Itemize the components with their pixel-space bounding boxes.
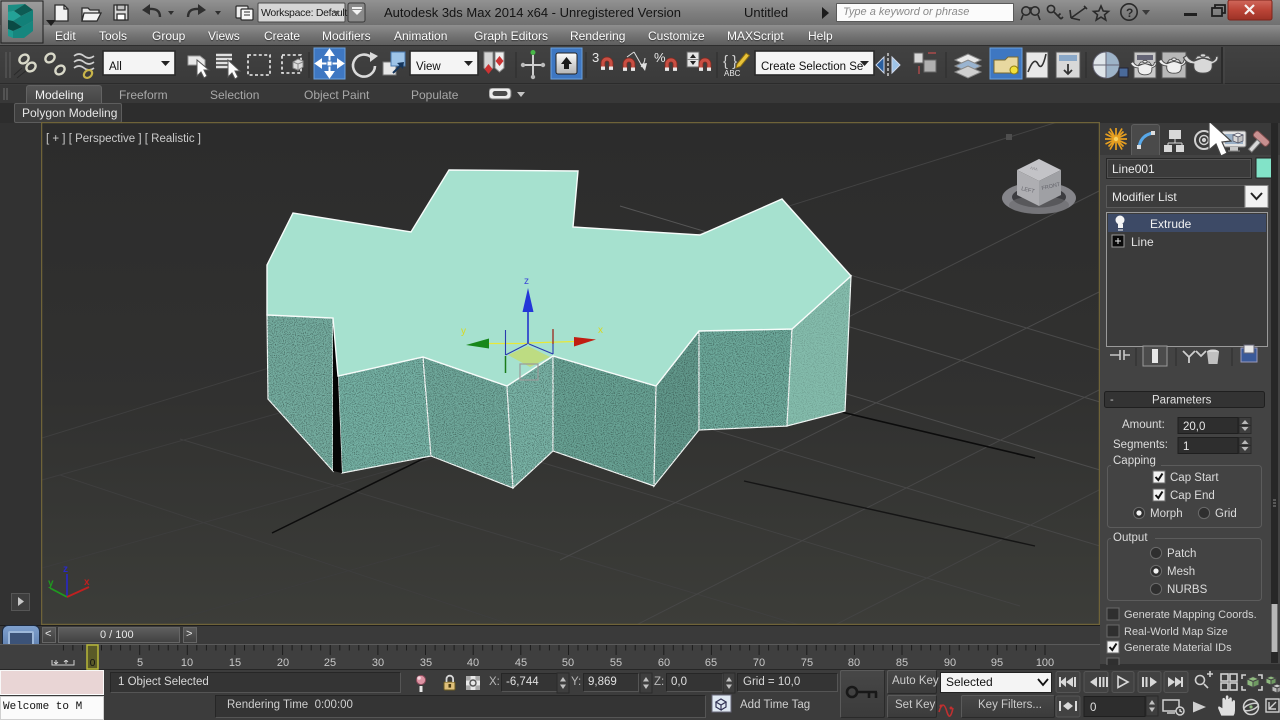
svg-text:1: 1 xyxy=(1183,441,1189,453)
svg-text:Extrude: Extrude xyxy=(1150,217,1192,231)
svg-text:z: z xyxy=(63,564,68,575)
svg-text:x: x xyxy=(598,325,603,336)
svg-text:0: 0 xyxy=(1090,702,1096,714)
svg-text:20,0: 20,0 xyxy=(1183,421,1205,433)
svg-text:y: y xyxy=(461,326,466,337)
svg-text:-: - xyxy=(1110,394,1114,406)
svg-text:z: z xyxy=(524,276,529,287)
svg-text:Parameters: Parameters xyxy=(1152,395,1212,407)
svg-text:Workspace: Default: Workspace: Default xyxy=(261,7,347,19)
svg-text:x: x xyxy=(84,577,90,588)
svg-text:Line001: Line001 xyxy=(1112,162,1155,176)
svg-text:y: y xyxy=(48,578,54,589)
svg-text:Modifier List: Modifier List xyxy=(1112,190,1177,204)
svg-text:?: ? xyxy=(1126,6,1133,20)
svg-text:[ + ] [ Perspective ] [ Realis: [ + ] [ Perspective ] [ Realistic ] xyxy=(46,133,201,145)
svg-text:Line: Line xyxy=(1131,235,1154,249)
